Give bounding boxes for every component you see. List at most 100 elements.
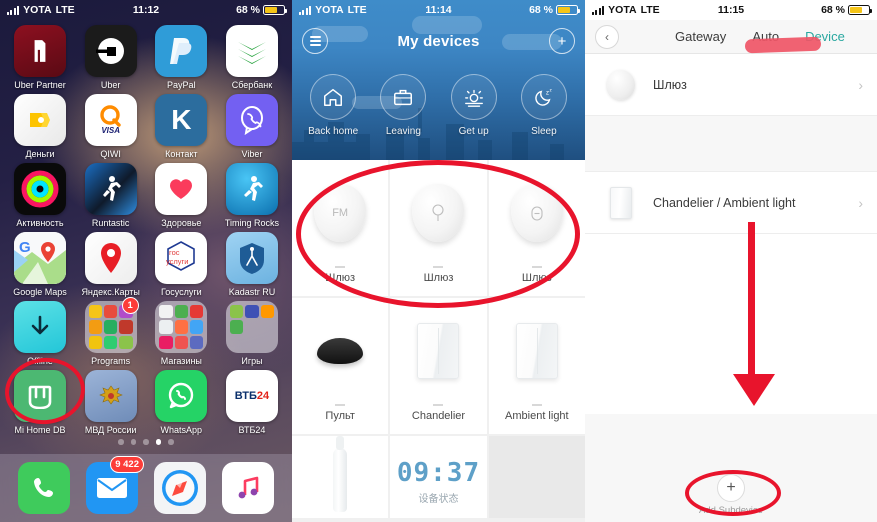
- scene-label: Sleep: [531, 126, 557, 137]
- page-indicator-dots[interactable]: [0, 439, 292, 445]
- app-label: ВТБ24: [238, 425, 266, 435]
- dock-music-icon[interactable]: [222, 462, 274, 514]
- dock-mail-icon[interactable]: 9 422: [86, 456, 144, 514]
- device-name: Ambient light: [505, 409, 569, 422]
- app-label: Google Maps: [13, 287, 67, 297]
- app-gosuslugi[interactable]: гос услуги Госуслуги: [149, 232, 213, 297]
- gateway-ball-icon: [599, 69, 643, 100]
- app-folder-games[interactable]: Игры: [220, 301, 284, 366]
- app-sberbank[interactable]: Сбербанк: [220, 25, 284, 90]
- scene-shortcut-row: Back home Leaving Get up zz Sleep: [292, 62, 585, 137]
- page-dot[interactable]: [130, 439, 137, 445]
- device-tile-clock[interactable]: 09:37 设备状态: [390, 436, 487, 518]
- app-health[interactable]: Здоровье: [149, 163, 213, 228]
- app-row: G Google Maps Яндекс.Карты гос услуги Го…: [8, 232, 284, 297]
- scene-sleep[interactable]: zz Sleep: [512, 74, 576, 137]
- scene-back-home[interactable]: Back home: [301, 74, 365, 137]
- app-folder-shops[interactable]: Магазины: [149, 301, 213, 366]
- hamburger-icon[interactable]: [302, 28, 328, 54]
- tile-divider: [531, 404, 542, 406]
- app-label: Timing Rocks: [224, 218, 280, 228]
- status-bar-home: YOTA LTE 11:12 68 %: [0, 0, 292, 20]
- toothbrush-icon: [333, 436, 348, 516]
- list-item-label: Chandelier / Ambient light: [653, 195, 796, 210]
- app-uber-partner[interactable]: Uber Partner: [8, 25, 72, 90]
- dock-safari-icon[interactable]: [154, 462, 206, 514]
- mvd-icon: [84, 370, 137, 422]
- app-runtastic[interactable]: Runtastic: [79, 163, 143, 228]
- app-label: Деньги: [25, 149, 55, 159]
- app-label: Госуслуги: [160, 287, 202, 297]
- download-arrow-icon: [14, 301, 66, 353]
- svg-text:G: G: [19, 239, 31, 256]
- app-label: Runtastic: [91, 218, 130, 228]
- list-separator-block: [585, 116, 877, 172]
- app-paypal[interactable]: PayPal: [149, 25, 213, 90]
- tile-divider: [433, 404, 444, 406]
- dock-phone-icon[interactable]: [18, 462, 70, 514]
- device-tile-toothbrush[interactable]: [292, 436, 389, 518]
- app-label: Uber: [100, 80, 121, 90]
- red-highlight-device-tab-annotation: [744, 36, 822, 54]
- app-folder-programs[interactable]: 1 Programs: [79, 297, 143, 366]
- app-label: МВД России: [84, 425, 137, 435]
- app-dengi[interactable]: Деньги: [8, 94, 72, 159]
- badge-count: 1: [121, 297, 139, 314]
- page-dot[interactable]: [118, 439, 124, 445]
- scene-label: Get up: [458, 126, 489, 137]
- page-dot[interactable]: [168, 439, 174, 445]
- gateway-tab-bar: ‹ Gateway Auto Device: [585, 20, 877, 54]
- device-tile-empty[interactable]: [488, 436, 585, 518]
- app-label: QIWI: [100, 149, 121, 159]
- app-offline[interactable]: Offline: [8, 301, 72, 366]
- whatsapp-icon: [155, 370, 208, 422]
- app-mvd-rossii[interactable]: МВД России: [79, 370, 143, 435]
- svg-text:z: z: [546, 89, 549, 96]
- device-row-partial: 09:37 设备状态: [292, 436, 585, 518]
- app-kontakt[interactable]: K Контакт: [149, 94, 213, 159]
- scene-leaving[interactable]: Leaving: [371, 74, 435, 137]
- app-viber[interactable]: Viber: [220, 94, 284, 159]
- svg-text:услуги: услуги: [166, 257, 188, 266]
- app-label: Яндекс.Карты: [81, 287, 140, 297]
- chevron-left-icon[interactable]: ‹: [595, 24, 619, 49]
- activity-rings-icon: [14, 163, 66, 215]
- app-vtb24[interactable]: ВТБ24 ВТБ24: [220, 370, 284, 435]
- app-label: Игры: [241, 356, 263, 366]
- google-maps-icon: G: [14, 232, 66, 284]
- kontakt-icon: K: [155, 94, 208, 146]
- battery-icon: [556, 5, 581, 15]
- home-icon: [310, 74, 357, 120]
- app-google-maps[interactable]: G Google Maps: [8, 232, 72, 297]
- scene-label: Back home: [308, 126, 359, 137]
- page-dot[interactable]: [143, 439, 149, 445]
- app-label: Сбербанк: [231, 80, 273, 90]
- plus-icon[interactable]: +: [549, 28, 575, 54]
- app-kadastr-ru[interactable]: Kadastr RU: [220, 232, 284, 297]
- ios-home-screen-panel: YOTA LTE 11:12 68 % Uber Partner Uber Pa…: [0, 0, 292, 522]
- app-activity[interactable]: Активность: [8, 163, 72, 228]
- app-qiwi[interactable]: VISA QIWI: [79, 94, 143, 159]
- app-whatsapp[interactable]: WhatsApp: [149, 370, 213, 435]
- app-label: Активность: [16, 218, 64, 228]
- app-label: Магазины: [160, 356, 202, 366]
- scene-get-up[interactable]: Get up: [442, 74, 506, 137]
- briefcase-icon: [380, 74, 427, 120]
- app-uber[interactable]: Uber: [79, 25, 143, 90]
- tab-gateway[interactable]: Gateway: [675, 29, 726, 44]
- list-item-gateway[interactable]: Шлюз ›: [585, 54, 877, 116]
- ios-dock: 9 422: [0, 454, 292, 522]
- app-yandex-maps[interactable]: Яндекс.Карты: [79, 232, 143, 297]
- device-tile-remote[interactable]: Пульт: [292, 298, 389, 434]
- chevron-right-icon: ›: [858, 194, 863, 211]
- red-ellipse-gateway-row-annotation: [296, 160, 580, 308]
- device-tile-chandelier[interactable]: Chandelier: [390, 298, 487, 434]
- yandex-money-icon: [14, 94, 66, 146]
- device-tile-ambient-light[interactable]: Ambient light: [488, 298, 585, 434]
- app-timing-rocks[interactable]: Timing Rocks: [220, 163, 284, 228]
- page-dot-active[interactable]: [155, 439, 162, 445]
- app-row: Деньги VISA QIWI K Контакт Viber: [8, 94, 284, 159]
- uber-icon: [84, 25, 137, 77]
- runtastic-icon: [84, 163, 137, 215]
- app-label: Uber Partner: [14, 80, 66, 90]
